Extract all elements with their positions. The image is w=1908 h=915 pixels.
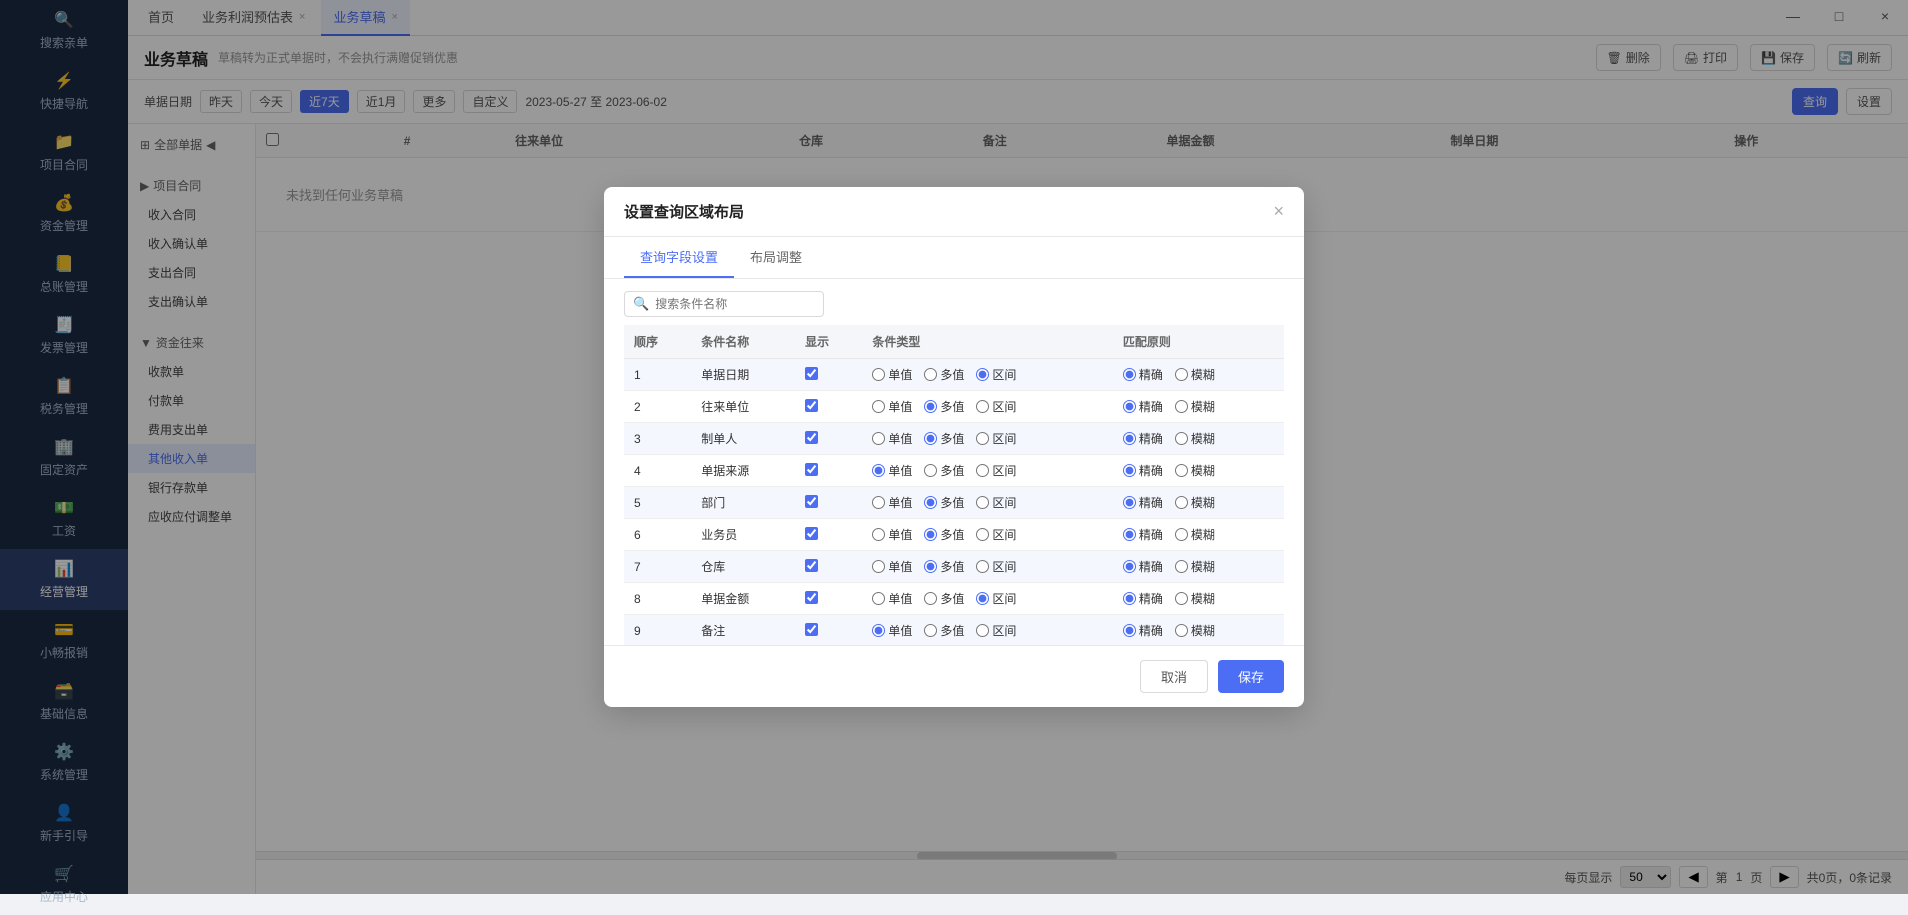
modal-close-button[interactable]: × [1273,201,1284,222]
modal-match-radio-模糊[interactable] [1175,368,1188,381]
modal-tab-query[interactable]: 查询字段设置 [624,237,734,278]
modal-tabs: 查询字段设置 布局调整 [604,237,1304,279]
modal-type-radio-区间[interactable] [976,400,989,413]
modal-type-radio-单值[interactable] [872,432,885,445]
modal-match-radio-模糊[interactable] [1175,464,1188,477]
condition-search-input[interactable] [655,297,815,311]
modal-col-show: 显示 [795,325,862,359]
modal-match-radio-模糊[interactable] [1175,592,1188,605]
modal-type-radio-区间[interactable] [976,496,989,509]
modal-row-order: 5 [624,487,691,519]
modal-type-radio-多值[interactable] [924,368,937,381]
modal-type-radio-多值[interactable] [924,624,937,637]
modal-match-radio-模糊[interactable] [1175,528,1188,541]
modal-type-radio-多值[interactable] [924,592,937,605]
modal-type-radio-多值[interactable] [924,432,937,445]
modal-type-radio-单值[interactable] [872,368,885,381]
modal-match-radio-精确[interactable] [1123,368,1136,381]
modal-table-wrap: 顺序 条件名称 显示 条件类型 匹配原则 1单据日期单值多值区间精确模糊2往来单… [604,325,1304,645]
modal-row-order: 4 [624,455,691,487]
modal-header: 设置查询区域布局 × [604,187,1304,237]
modal-type-radio-单值[interactable] [872,464,885,477]
modal-show-checkbox[interactable] [805,495,818,508]
modal-body: 查询字段设置 布局调整 🔍 顺序 条件名称 显示 [604,237,1304,645]
modal-show-checkbox[interactable] [805,559,818,572]
modal-type-radio-单值[interactable] [872,624,885,637]
modal-conditions-table: 顺序 条件名称 显示 条件类型 匹配原则 1单据日期单值多值区间精确模糊2往来单… [624,325,1284,645]
modal-type-radio-多值[interactable] [924,528,937,541]
modal-match-radio-精确[interactable] [1123,432,1136,445]
modal-type-radio-多值[interactable] [924,496,937,509]
modal-search-area: 🔍 [604,279,1304,325]
modal-type-radio-区间[interactable] [976,624,989,637]
modal-match-radio-精确[interactable] [1123,560,1136,573]
modal-row-order: 6 [624,519,691,551]
modal-tab-layout[interactable]: 布局调整 [734,237,818,278]
modal-row-name: 业务员 [691,519,795,551]
search-box: 🔍 [624,291,824,317]
modal-match-radio-精确[interactable] [1123,592,1136,605]
modal-row-name: 备注 [691,615,795,646]
modal-row-name: 部门 [691,487,795,519]
modal-match-radio-模糊[interactable] [1175,432,1188,445]
modal-match-radio-模糊[interactable] [1175,624,1188,637]
modal-type-radio-单值[interactable] [872,528,885,541]
modal-row-order: 8 [624,583,691,615]
modal-row-name: 单据金额 [691,583,795,615]
modal-match-radio-模糊[interactable] [1175,496,1188,509]
modal-match-radio-精确[interactable] [1123,400,1136,413]
modal-row-order: 2 [624,391,691,423]
modal-footer: 取消 保存 [604,645,1304,707]
modal-match-radio-精确[interactable] [1123,624,1136,637]
modal-type-radio-区间[interactable] [976,592,989,605]
modal-show-checkbox[interactable] [805,431,818,444]
modal-type-radio-多值[interactable] [924,400,937,413]
modal-match-radio-精确[interactable] [1123,528,1136,541]
modal-type-radio-单值[interactable] [872,560,885,573]
save-button-modal[interactable]: 保存 [1218,660,1284,693]
modal-type-radio-单值[interactable] [872,496,885,509]
modal-col-name: 条件名称 [691,325,795,359]
modal-type-radio-单值[interactable] [872,400,885,413]
modal-show-checkbox[interactable] [805,367,818,380]
modal-type-radio-多值[interactable] [924,464,937,477]
modal-row-order: 7 [624,551,691,583]
modal-type-radio-区间[interactable] [976,528,989,541]
modal-show-checkbox[interactable] [805,623,818,636]
modal-match-radio-精确[interactable] [1123,464,1136,477]
modal-col-order: 顺序 [624,325,691,359]
modal-type-radio-多值[interactable] [924,560,937,573]
modal-row-order: 9 [624,615,691,646]
modal-type-radio-区间[interactable] [976,432,989,445]
modal-show-checkbox[interactable] [805,527,818,540]
modal-row-name: 往来单位 [691,391,795,423]
modal-col-match: 匹配原则 [1113,325,1284,359]
modal-row-name: 单据日期 [691,359,795,391]
modal-col-type: 条件类型 [862,325,1113,359]
modal-type-radio-单值[interactable] [872,592,885,605]
modal-row-name: 制单人 [691,423,795,455]
modal-dialog: 设置查询区域布局 × 查询字段设置 布局调整 🔍 [604,187,1304,707]
modal-overlay[interactable]: 设置查询区域布局 × 查询字段设置 布局调整 🔍 [0,0,1908,894]
modal-row-order: 3 [624,423,691,455]
modal-show-checkbox[interactable] [805,463,818,476]
modal-type-radio-区间[interactable] [976,560,989,573]
modal-row-name: 仓库 [691,551,795,583]
modal-match-radio-精确[interactable] [1123,496,1136,509]
modal-row-name: 单据来源 [691,455,795,487]
search-icon-modal: 🔍 [633,296,649,312]
modal-match-radio-模糊[interactable] [1175,400,1188,413]
modal-type-radio-区间[interactable] [976,368,989,381]
modal-show-checkbox[interactable] [805,399,818,412]
modal-type-radio-区间[interactable] [976,464,989,477]
modal-title: 设置查询区域布局 [624,201,744,222]
modal-match-radio-模糊[interactable] [1175,560,1188,573]
cancel-button[interactable]: 取消 [1140,660,1208,693]
modal-row-order: 1 [624,359,691,391]
modal-show-checkbox[interactable] [805,591,818,604]
